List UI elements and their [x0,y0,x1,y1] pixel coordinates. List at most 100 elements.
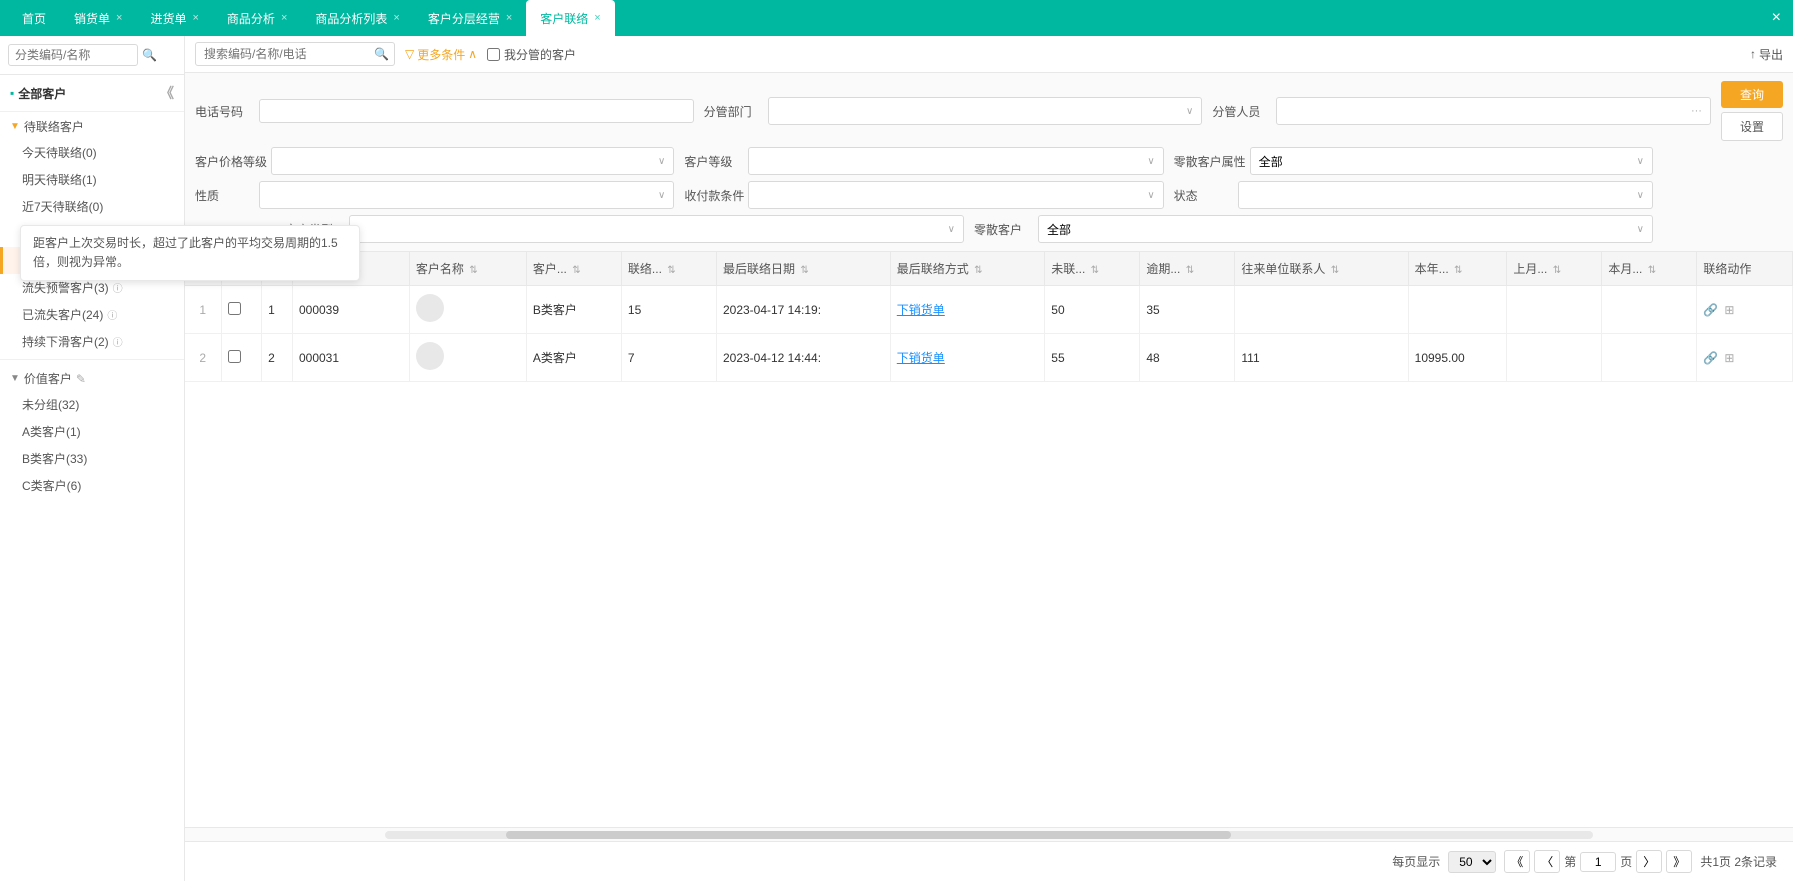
settings-button[interactable]: 设置 [1721,112,1783,141]
row1-checkbox[interactable] [221,286,262,334]
row2-overdue: 48 [1140,334,1235,382]
nature-label: 性质 [195,187,255,204]
sidebar-item-tomorrow-pending[interactable]: 明天待联络(1) [0,166,184,193]
page-number-input[interactable] [1580,852,1616,872]
col-partner-contact[interactable]: 往来单位联系人 ⇅ [1235,252,1408,286]
edit-icon[interactable]: ✎ [76,372,86,386]
filter-btn-group: 查询 设置 [1721,81,1783,141]
col-this-year[interactable]: 本年... ⇅ [1408,252,1507,286]
row2-partner: 111 [1235,334,1408,382]
sidebar-item-unclassified[interactable]: 未分组(32) [0,391,184,418]
col-last-month[interactable]: 上月... ⇅ [1507,252,1602,286]
customer-type-select[interactable]: ∨ [349,215,964,243]
sidebar-collapse-icon[interactable]: 《 [160,83,174,103]
dept-select[interactable]: ∨ [768,97,1203,125]
row1-method[interactable]: 下销货单 [890,286,1045,334]
query-button[interactable]: 查询 [1721,81,1783,108]
row1-contact-count: 15 [621,286,716,334]
nav-product-analysis[interactable]: 商品分析 × [213,0,301,36]
scatter-customer-select[interactable]: 全部 ∨ [1038,215,1653,243]
sidebar-item-churned[interactable]: 已流失客户(24) ⓘ [0,301,184,328]
sidebar-item-7days-pending[interactable]: 近7天待联络(0) [0,193,184,220]
row2-grid-icon[interactable]: ⊞ [1724,351,1734,365]
filter-search-icon[interactable]: 🔍 [374,47,389,61]
section-pending-contact: ▼ 待联络客户 [0,112,184,139]
close-customer-contact-icon[interactable]: × [594,12,600,24]
row1-check[interactable] [228,302,241,315]
row1-link-icon[interactable]: 🔗 [1703,303,1718,317]
nav-customer-segmentation[interactable]: 客户分层经营 × [414,0,526,36]
close-purchase-order-icon[interactable]: × [192,12,198,24]
close-product-analysis-list-icon[interactable]: × [393,12,399,24]
filter-bar: 🔍 ▽ 更多条件 ∧ 我分管的客户 ↑ 导出 [185,36,1793,73]
sidebar-item-class-a[interactable]: A类客户(1) [0,418,184,445]
total-records: 共1页 2条记录 [1700,853,1777,870]
last-page-button[interactable]: 》 [1666,850,1692,873]
row2-method[interactable]: 下销货单 [890,334,1045,382]
row1-unread: 50 [1045,286,1140,334]
nav-product-analysis-list[interactable]: 商品分析列表 × [301,0,413,36]
price-level-select[interactable]: ∨ [271,147,674,175]
search-input[interactable] [195,42,395,66]
sort-this-month-icon: ⇅ [1648,265,1656,276]
horizontal-scrollbar[interactable] [185,827,1793,841]
next-page-button[interactable]: 〉 [1636,850,1662,873]
close-customer-segmentation-icon[interactable]: × [506,12,512,24]
phone-input[interactable] [259,99,694,123]
nature-select[interactable]: ∨ [259,181,674,209]
prev-page-button[interactable]: 〈 [1534,850,1560,873]
row1-actions: 🔗 ⊞ [1697,286,1793,334]
col-customer-type[interactable]: 客户... ⇅ [526,252,621,286]
col-contact-count[interactable]: 联络... ⇅ [621,252,716,286]
col-last-contact-date[interactable]: 最后联络日期 ⇅ [716,252,890,286]
row1-grid-icon[interactable]: ⊞ [1724,303,1734,317]
sidebar-item-declining[interactable]: 持续下滑客户(2) ⓘ [0,328,184,355]
col-unread[interactable]: 未联... ⇅ [1045,252,1140,286]
close-window-button[interactable]: × [1772,9,1781,27]
nav-purchase-order[interactable]: 进货单 × [136,0,212,36]
my-customers-check[interactable] [487,48,500,61]
chevron-down-nature: ∨ [658,190,665,201]
sidebar-search-icon[interactable]: 🔍 [142,48,157,62]
row2-link-icon[interactable]: 🔗 [1703,351,1718,365]
phone-label: 电话号码 [195,103,255,120]
scatter-attr-select[interactable]: 全部 ∨ [1250,147,1653,175]
sort-contact-count-icon: ⇅ [667,265,675,276]
scroll-thumb[interactable] [506,831,1231,839]
nav-home[interactable]: 首页 [8,0,60,36]
more-conditions-button[interactable]: ▽ 更多条件 ∧ [405,46,477,63]
sidebar-search-input[interactable] [8,44,138,66]
chevron-down-price: ∨ [658,156,665,167]
info-icon-3: ⓘ [107,307,117,322]
customer-level-select[interactable]: ∨ [748,147,1163,175]
filter-row-3: 性质 ∨ 收付款条件 ∨ 状态 [195,181,1783,209]
sidebar-item-today-pending[interactable]: 今天待联络(0) [0,139,184,166]
table-row: 2 2 000031 A类客户 7 2023-04-12 14:44: 下 [185,334,1793,382]
payment-select[interactable]: ∨ [748,181,1163,209]
manager-select[interactable]: ··· [1276,97,1711,125]
export-button[interactable]: ↑ 导出 [1750,46,1783,63]
row2-checkbox[interactable] [221,334,262,382]
close-sales-order-icon[interactable]: × [116,12,122,24]
my-customers-checkbox[interactable]: 我分管的客户 [487,46,576,63]
sidebar-item-class-c[interactable]: C类客户(6) [0,472,184,499]
sort-this-year-icon: ⇅ [1454,265,1462,276]
nav-customer-contact[interactable]: 客户联络 × [526,0,614,36]
col-overdue[interactable]: 逾期... ⇅ [1140,252,1235,286]
sidebar-item-class-b[interactable]: B类客户(33) [0,445,184,472]
field-manager: 分管人员 ··· [1212,97,1711,125]
status-select[interactable]: ∨ [1238,181,1653,209]
col-last-contact-method[interactable]: 最后联络方式 ⇅ [890,252,1045,286]
customer-level-label: 客户等级 [684,153,744,170]
nav-sales-order[interactable]: 销货单 × [60,0,136,36]
close-product-analysis-icon[interactable]: × [281,12,287,24]
row2-check[interactable] [228,350,241,363]
col-this-month[interactable]: 本月... ⇅ [1602,252,1697,286]
col-customer-name[interactable]: 客户名称 ⇅ [409,252,526,286]
first-page-button[interactable]: 《 [1504,850,1530,873]
tooltip-box: 距客户上次交易时长，超过了此客户的平均交易周期的1.5倍，则视为异常。 [20,225,360,281]
manager-label: 分管人员 [1212,103,1272,120]
sidebar-all-customers-header: ▪ 全部客户 《 [0,75,184,112]
page-size-select[interactable]: 50 [1448,851,1496,873]
field-scatter-customer: 零散客户 全部 ∨ [974,215,1653,243]
